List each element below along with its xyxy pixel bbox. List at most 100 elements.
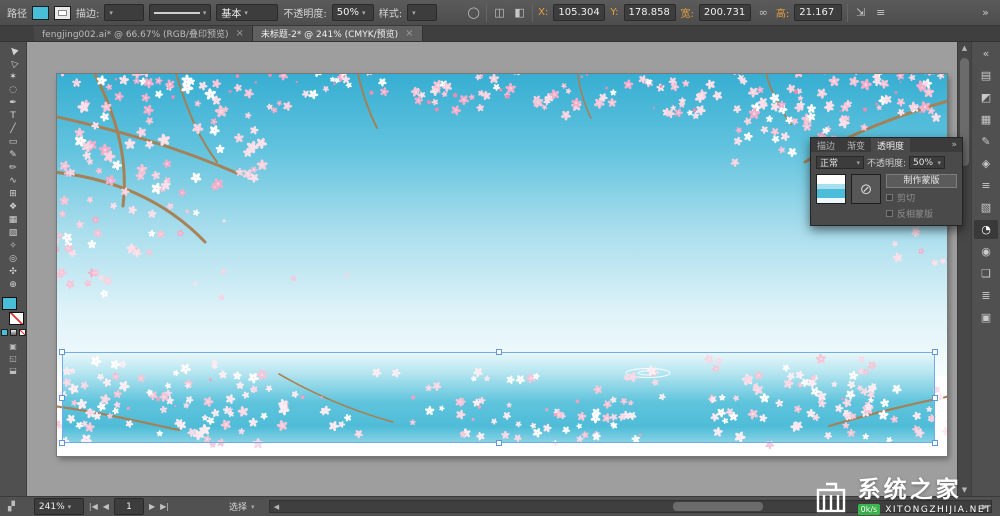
clip-checkbox[interactable]: 剪切 xyxy=(886,191,957,204)
height-label: 高: xyxy=(776,5,789,20)
swatches-panel-icon[interactable]: ▦ xyxy=(974,110,998,129)
stroke-panel-icon[interactable]: ≡ xyxy=(974,176,998,195)
chevron-down-icon: ▾ xyxy=(68,503,72,511)
transparency-panel-icon[interactable]: ◔ xyxy=(974,220,998,239)
brushes-panel-icon[interactable]: ✎ xyxy=(974,132,998,151)
tab-label: fengjing002.ai* @ 66.67% (RGB/叠印预览) xyxy=(42,27,228,40)
draw-normal-icon[interactable]: ▣ xyxy=(9,342,17,351)
appearance-panel-icon[interactable]: ◉ xyxy=(974,242,998,261)
close-icon[interactable]: × xyxy=(405,28,413,39)
previous-artboard-button[interactable]: ◀ xyxy=(103,502,109,511)
graphic-styles-panel-icon[interactable]: ❏ xyxy=(974,264,998,283)
gradient-mode-button[interactable] xyxy=(10,329,17,336)
distribute-grid-icon[interactable]: ◧ xyxy=(512,6,527,19)
artboard-number-field[interactable]: 1 xyxy=(114,498,144,515)
eyedropper-tool[interactable]: ✧ xyxy=(2,239,25,252)
none-mode-button[interactable] xyxy=(19,329,26,336)
chevron-down-icon: ▾ xyxy=(109,9,113,17)
type-tool[interactable]: T xyxy=(2,109,25,122)
tab-gradient[interactable]: 渐变 xyxy=(841,138,871,152)
opacity-label: 不透明度: xyxy=(283,5,326,20)
scroll-left-icon[interactable]: ◀ xyxy=(270,503,282,511)
gradient-tool[interactable]: ▧ xyxy=(2,226,25,239)
pencil-tool[interactable]: ✏ xyxy=(2,161,25,174)
free-transform-tool[interactable]: ⊞ xyxy=(2,187,25,200)
selected-object-type: 路径 xyxy=(7,5,27,20)
vertical-scrollbar[interactable]: ▲ ▼ xyxy=(957,42,971,496)
fill-swatch[interactable] xyxy=(2,297,17,310)
brush-definition-dropdown[interactable]: 基本▾ xyxy=(216,4,278,21)
watermark-title: 系统之家 xyxy=(858,478,992,503)
first-artboard-button[interactable]: |◀ xyxy=(89,502,98,511)
gradient-panel-icon[interactable]: ▧ xyxy=(974,198,998,217)
next-artboard-button[interactable]: ▶ xyxy=(149,502,155,511)
panel-collapse-icon[interactable]: » xyxy=(946,138,962,152)
make-mask-button[interactable]: 制作蒙版 xyxy=(886,174,957,188)
panel-menu-icon[interactable]: ≡ xyxy=(873,6,888,19)
link-dimensions-icon[interactable]: ∞ xyxy=(756,6,771,19)
style-label: 样式: xyxy=(379,5,402,20)
lasso-tool[interactable]: ◌ xyxy=(2,83,25,96)
panel-dock: « ▤ ◩ ▦ ✎ ◈ ≡ ▧ ◔ ◉ ❏ ≣ ▣ xyxy=(971,42,1000,496)
screen-mode-icon[interactable]: ⬓ xyxy=(9,366,17,375)
zoom-tool[interactable]: ⊕ xyxy=(2,278,25,291)
layers-panel-icon[interactable]: ≣ xyxy=(974,286,998,305)
shape-icon[interactable]: ◯ xyxy=(466,6,481,19)
overflow-chevrons-icon[interactable]: » xyxy=(978,6,993,19)
opacity-field[interactable]: 50%▾ xyxy=(332,4,374,21)
object-thumbnail[interactable] xyxy=(816,174,846,204)
line-segment-tool[interactable]: ╱ xyxy=(2,122,25,135)
shape-builder-tool[interactable]: ❖ xyxy=(2,200,25,213)
canvas-area[interactable]: ▲ ▼ 描边 渐变 透明度 » 正常▾ 不透明度: 50%▾ ⊘ xyxy=(27,42,971,496)
fill-color-swatch[interactable] xyxy=(32,6,49,20)
tab-transparency[interactable]: 透明度 xyxy=(871,138,910,152)
width-field[interactable]: 200.731 xyxy=(699,4,751,21)
color-panel-icon[interactable]: ▤ xyxy=(974,66,998,85)
symbols-panel-icon[interactable]: ◈ xyxy=(974,154,998,173)
mesh-tool[interactable]: ▦ xyxy=(2,213,25,226)
expand-dock-icon[interactable]: « xyxy=(974,44,998,63)
paintbrush-tool[interactable]: ✎ xyxy=(2,148,25,161)
stroke-label: 描边: xyxy=(76,5,99,20)
artboards-panel-icon[interactable]: ▣ xyxy=(974,308,998,327)
transform-icon[interactable]: ⇲ xyxy=(853,6,868,19)
stroke-color-swatch[interactable] xyxy=(54,6,71,20)
zoom-dropdown[interactable]: 241%▾ xyxy=(34,498,84,515)
height-field[interactable]: 21.167 xyxy=(794,4,842,21)
chevron-down-icon: ▾ xyxy=(203,9,207,17)
pen-tool[interactable]: ✒ xyxy=(2,96,25,109)
mask-thumbnail[interactable]: ⊘ xyxy=(851,174,881,204)
width-tool[interactable]: ∿ xyxy=(2,174,25,187)
horizontal-scrollbar-thumb[interactable] xyxy=(673,502,764,511)
fill-stroke-indicator[interactable] xyxy=(2,297,24,325)
panel-opacity-field[interactable]: 50%▾ xyxy=(909,156,945,169)
chevron-down-icon: ▾ xyxy=(412,9,416,17)
color-guide-panel-icon[interactable]: ◩ xyxy=(974,88,998,107)
current-tool-indicator[interactable]: 选择 ▾ xyxy=(229,500,255,513)
no-mask-icon: ⊘ xyxy=(860,180,873,198)
y-field[interactable]: 178.858 xyxy=(624,4,676,21)
stroke-swatch[interactable] xyxy=(9,312,24,325)
artboard[interactable] xyxy=(57,74,947,456)
variable-width-profile-dropdown[interactable]: ▾ xyxy=(149,4,211,21)
close-icon[interactable]: × xyxy=(235,28,243,39)
color-mode-button[interactable] xyxy=(1,329,8,336)
y-label: Y: xyxy=(610,7,618,18)
rectangle-tool[interactable]: ▭ xyxy=(2,135,25,148)
align-grid-icon[interactable]: ◫ xyxy=(492,6,507,19)
scroll-up-icon[interactable]: ▲ xyxy=(958,42,971,54)
blend-mode-dropdown[interactable]: 正常▾ xyxy=(816,156,864,169)
stroke-weight-dropdown[interactable]: ▾ xyxy=(104,4,144,21)
document-tab-fengjing002[interactable]: fengjing002.ai* @ 66.67% (RGB/叠印预览) × xyxy=(34,26,253,41)
tab-stroke[interactable]: 描边 xyxy=(811,138,841,152)
x-field[interactable]: 105.304 xyxy=(553,4,605,21)
draw-behind-icon[interactable]: ◱ xyxy=(9,354,17,363)
document-tab-bar: fengjing002.ai* @ 66.67% (RGB/叠印预览) × 未标… xyxy=(0,26,1000,42)
blend-tool[interactable]: ◎ xyxy=(2,252,25,265)
hand-tool[interactable]: ✣ xyxy=(2,265,25,278)
style-dropdown[interactable]: ▾ xyxy=(407,4,437,21)
invert-mask-checkbox[interactable]: 反相蒙版 xyxy=(886,207,957,220)
document-tab-untitled2[interactable]: 未标题-2* @ 241% (CMYK/预览) × xyxy=(253,26,423,41)
watermark-site: XITONGZHIJIA.NET xyxy=(885,505,992,515)
last-artboard-button[interactable]: ▶| xyxy=(160,502,169,511)
